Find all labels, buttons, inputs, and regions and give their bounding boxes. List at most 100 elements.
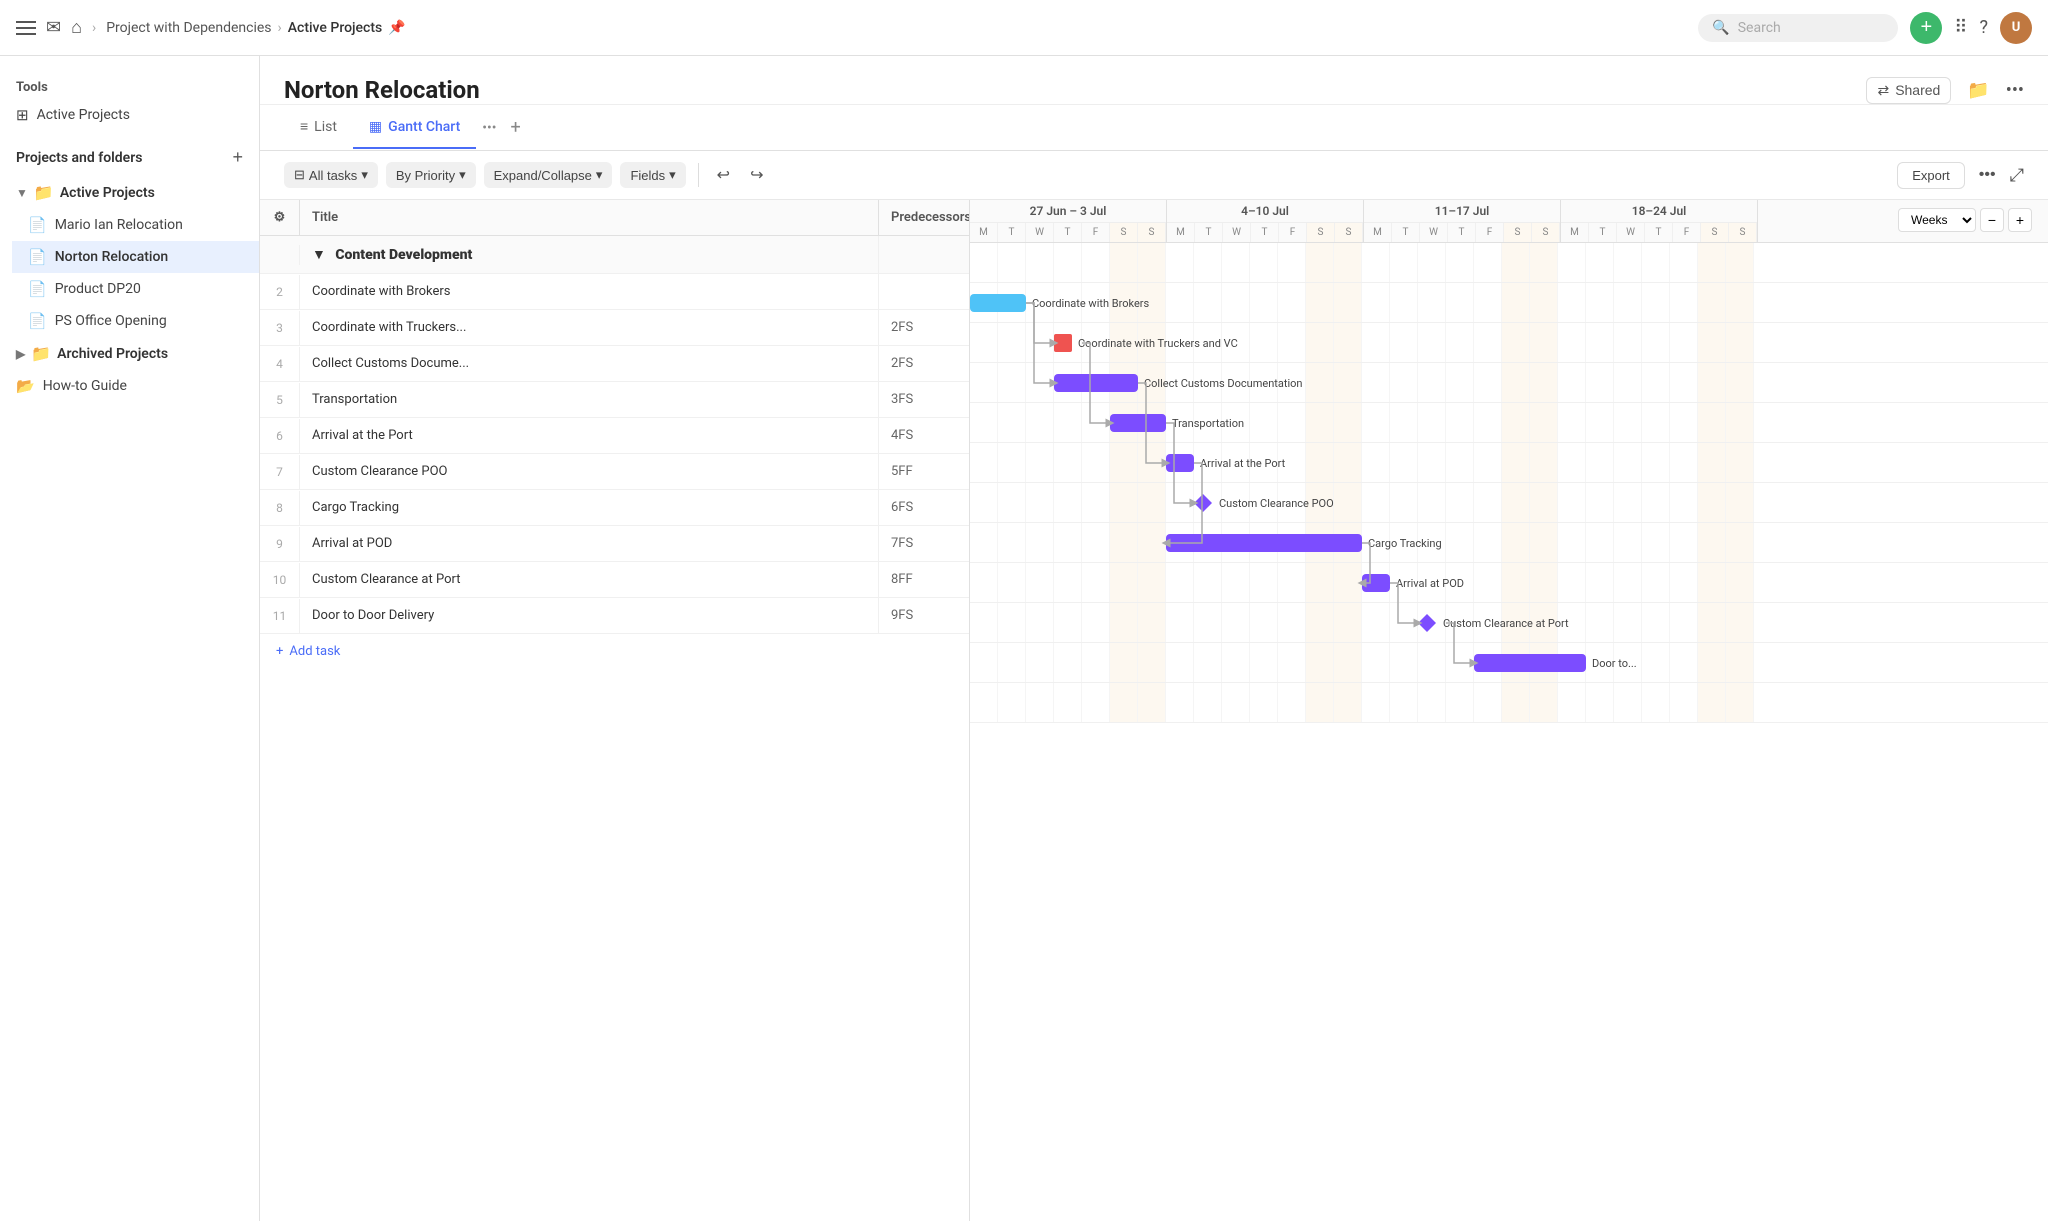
active-projects-group[interactable]: ▼ 📁 Active Projects xyxy=(0,176,259,209)
fields-button[interactable]: Fields ▾ xyxy=(620,162,685,188)
folder-button[interactable]: 📁 xyxy=(1967,80,1989,101)
help-icon[interactable]: ? xyxy=(1979,17,1988,38)
gantt-header: 27 Jun – 3 Jul M T W T F S S xyxy=(970,200,2048,243)
search-placeholder: Search xyxy=(1738,20,1781,36)
top-nav: ✉ ⌂ › Project with Dependencies › Active… xyxy=(0,0,2048,56)
gantt-row xyxy=(970,563,2048,603)
table-row: 9 Arrival at POD 7FS xyxy=(260,526,969,562)
avatar[interactable]: U xyxy=(2000,12,2032,44)
gantt-row xyxy=(970,443,2048,483)
gantt-row xyxy=(970,603,2048,643)
tab-gantt[interactable]: ▦ Gantt Chart xyxy=(353,107,476,149)
expand-dropdown-icon: ▾ xyxy=(596,167,603,183)
pin-icon[interactable]: 📌 xyxy=(388,20,405,36)
table-row: 3 Coordinate with Truckers... 2FS xyxy=(260,310,969,346)
top-nav-left: ✉ ⌂ › Project with Dependencies › Active… xyxy=(16,17,1688,38)
chevron-down-icon: ▼ xyxy=(16,186,28,200)
zoom-in-button[interactable]: + xyxy=(2008,208,2032,232)
gantt-row xyxy=(970,683,2048,723)
fullscreen-button[interactable]: ⤢ xyxy=(2010,165,2024,186)
archived-projects-group[interactable]: ▶ 📁 Archived Projects xyxy=(0,337,259,370)
gantt-row xyxy=(970,283,2048,323)
folder-icon: 📁 xyxy=(34,183,54,202)
sidebar-item-product[interactable]: 📄 Product DP20 xyxy=(12,273,259,305)
gantt-row xyxy=(970,483,2048,523)
dropdown-icon: ▾ xyxy=(361,167,368,183)
period-days-2: M T W T F S S xyxy=(1167,223,1363,242)
gantt-row xyxy=(970,243,2048,283)
doc-icon-mario: 📄 xyxy=(28,216,47,234)
tabs-bar: ≡ List ▦ Gantt Chart ••• + xyxy=(260,105,2048,151)
more-options-button[interactable]: ••• xyxy=(2006,80,2024,101)
gantt-area: ⚙ Title Predecessors ▼ Content Developme… xyxy=(260,200,2048,1221)
by-priority-button[interactable]: By Priority ▾ xyxy=(386,162,476,188)
project-title: Norton Relocation xyxy=(284,76,480,104)
active-projects-group-label: Active Projects xyxy=(60,185,155,201)
projects-folders-label: Projects and folders xyxy=(16,150,232,166)
filter-icon: ⊟ xyxy=(294,167,305,183)
projects-and-folders-header: Projects and folders + xyxy=(0,139,259,176)
more-toolbar-button[interactable]: ••• xyxy=(1973,162,2002,188)
project-header: Norton Relocation ⇄ Shared 📁 ••• xyxy=(260,56,2048,105)
add-project-button[interactable]: + xyxy=(232,147,243,168)
gantt-icon: ▦ xyxy=(369,119,382,135)
sidebar-item-norton[interactable]: 📄 Norton Relocation xyxy=(12,241,259,273)
grid-icon[interactable]: ⠿ xyxy=(1954,17,1967,38)
export-button[interactable]: Export xyxy=(1897,162,1965,189)
shared-button[interactable]: ⇄ Shared xyxy=(1866,77,1951,104)
table-row: 10 Custom Clearance at Port 8FF xyxy=(260,562,969,598)
chevron-right-icon: ▶ xyxy=(16,347,25,361)
period-label-3: 11–17 Jul xyxy=(1364,200,1560,223)
doc-icon-ps: 📄 xyxy=(28,312,47,330)
add-task-row[interactable]: + Add task xyxy=(260,634,969,669)
period-days-1: M T W T F S S xyxy=(970,223,1166,242)
all-tasks-button[interactable]: ⊟ All tasks ▾ xyxy=(284,162,378,188)
table-row: 11 Door to Door Delivery 9FS xyxy=(260,598,969,634)
group-toggle[interactable]: ▼ xyxy=(312,247,326,263)
expand-collapse-button[interactable]: Expand/Collapse ▾ xyxy=(484,162,613,188)
sidebar-item-active-projects-tool[interactable]: ⊞ Active Projects xyxy=(0,99,259,131)
archived-folder-icon: 📁 xyxy=(31,344,51,363)
search-bar[interactable]: 🔍 Search xyxy=(1698,14,1898,42)
gantt-row xyxy=(970,523,2048,563)
redo-button[interactable]: ↪ xyxy=(744,161,769,189)
share-icon: ⇄ xyxy=(1877,82,1889,99)
settings-cell[interactable]: ⚙ xyxy=(260,200,300,235)
hamburger-icon[interactable] xyxy=(16,21,36,35)
breadcrumb-active[interactable]: Active Projects xyxy=(288,20,383,36)
gantt-body: Coordinate with BrokersCoordinate with T… xyxy=(970,243,2048,723)
doc-icon-product: 📄 xyxy=(28,280,47,298)
home-icon[interactable]: ⌂ xyxy=(71,17,82,38)
mail-icon[interactable]: ✉ xyxy=(46,17,61,38)
add-button[interactable]: + xyxy=(1910,12,1942,44)
sidebar-item-ps-office[interactable]: 📄 PS Office Opening xyxy=(12,305,259,337)
table-row-group: ▼ Content Development xyxy=(260,236,969,274)
breadcrumb: Project with Dependencies › Active Proje… xyxy=(106,20,405,36)
active-projects-children: 📄 Mario Ian Relocation 📄 Norton Relocati… xyxy=(0,209,259,337)
predecessors-header: Predecessors xyxy=(879,200,969,235)
weeks-select[interactable]: Weeks Days Months xyxy=(1898,208,1976,232)
gantt-row xyxy=(970,323,2048,363)
sidebar-item-howto[interactable]: 📂 How-to Guide xyxy=(0,370,259,402)
project-header-right: ⇄ Shared 📁 ••• xyxy=(1866,77,2024,104)
doc-icon-norton: 📄 xyxy=(28,248,47,266)
table-row: 7 Custom Clearance POO 5FF xyxy=(260,454,969,490)
table-row: 8 Cargo Tracking 6FS xyxy=(260,490,969,526)
period-days-4: M T W T F S S xyxy=(1561,223,1757,242)
toolbar-divider xyxy=(698,163,699,187)
breadcrumb-project[interactable]: Project with Dependencies xyxy=(106,20,271,36)
tab-list[interactable]: ≡ List xyxy=(284,106,353,149)
period-label-2: 4–10 Jul xyxy=(1167,200,1363,223)
zoom-out-button[interactable]: − xyxy=(1980,208,2004,232)
sidebar-active-projects-label: Active Projects xyxy=(37,107,130,123)
layout: Tools ⊞ Active Projects Projects and fol… xyxy=(0,56,2048,1221)
top-nav-right: 🔍 Search + ⠿ ? U xyxy=(1698,12,2032,44)
tab-more-button[interactable]: ••• xyxy=(476,108,502,148)
priority-dropdown-icon: ▾ xyxy=(459,167,466,183)
undo-button[interactable]: ↩ xyxy=(711,161,736,189)
period-label-1: 27 Jun – 3 Jul xyxy=(970,200,1166,223)
tab-add-button[interactable]: + xyxy=(502,105,528,150)
sidebar-item-mario[interactable]: 📄 Mario Ian Relocation xyxy=(12,209,259,241)
main-content: Norton Relocation ⇄ Shared 📁 ••• ≡ List … xyxy=(260,56,2048,1221)
shared-label: Shared xyxy=(1895,82,1940,98)
